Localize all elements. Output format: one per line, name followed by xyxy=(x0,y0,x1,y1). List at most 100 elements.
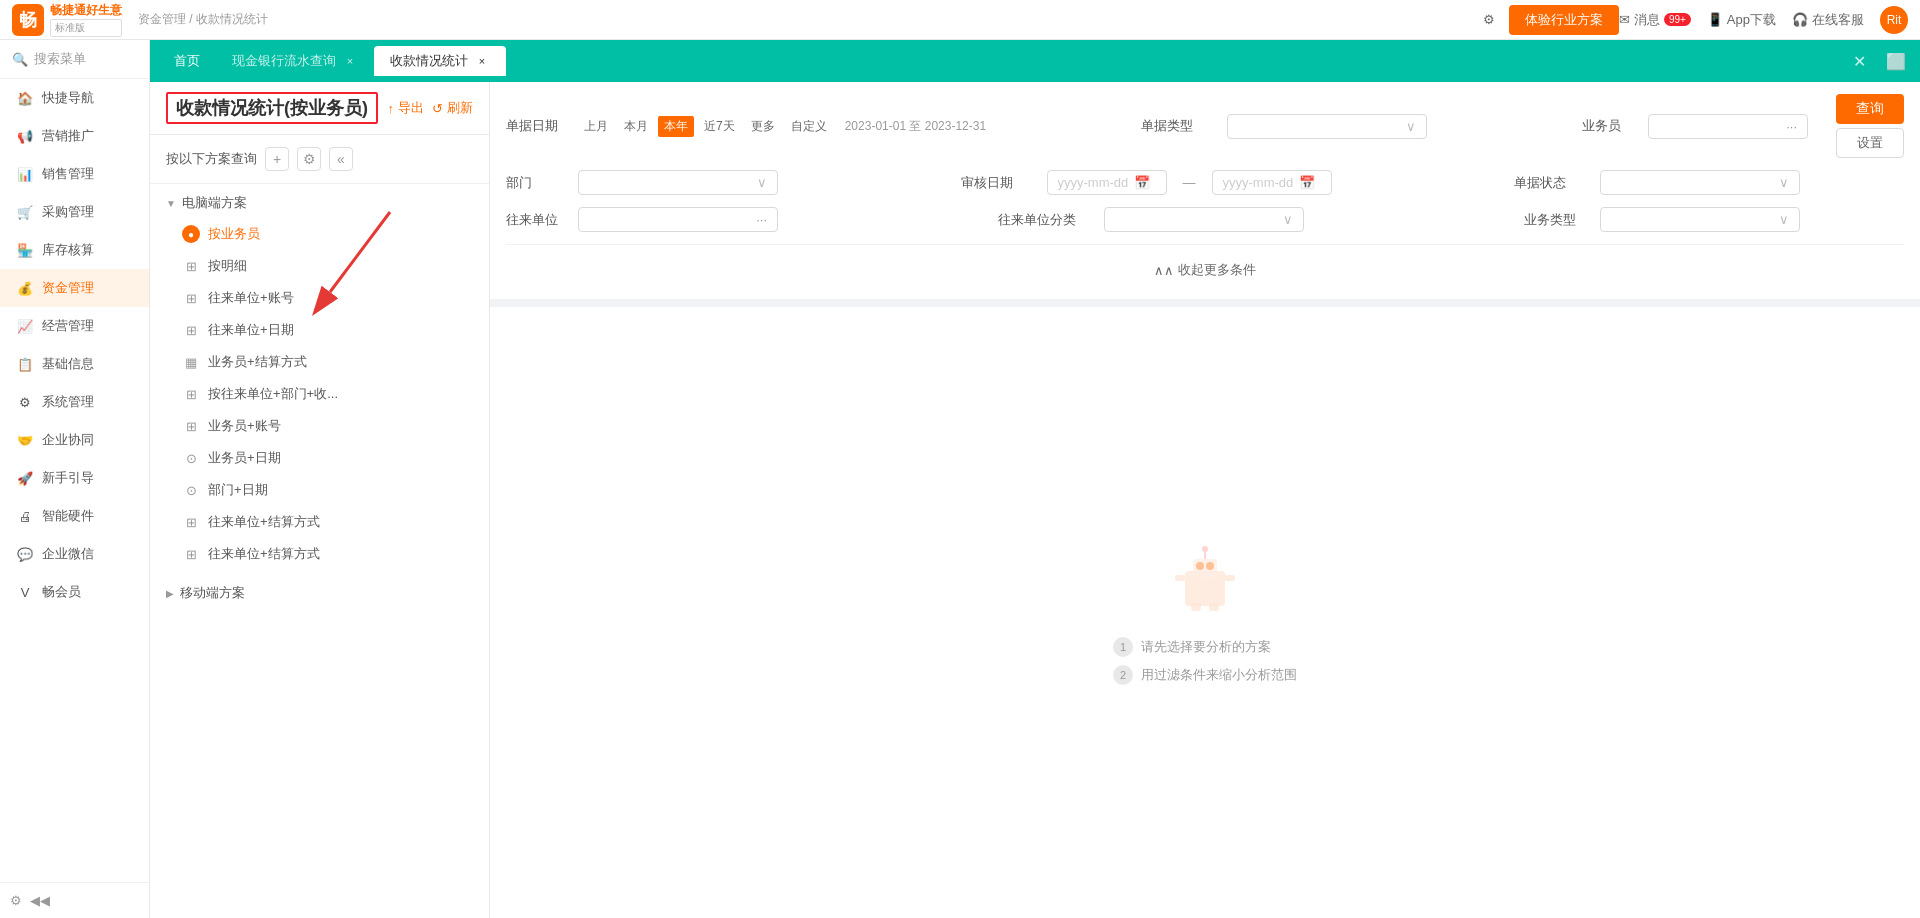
collapse-panel-button[interactable]: « xyxy=(329,147,353,171)
scheme-item-partner-dept[interactable]: ⊞ 按往来单位+部门+收... xyxy=(150,378,489,410)
tab-collection-stats[interactable]: 收款情况统计 × xyxy=(374,46,506,76)
sidebar-item-marketing[interactable]: 📢 营销推广 xyxy=(0,117,149,155)
sidebar-item-system[interactable]: ⚙ 系统管理 xyxy=(0,383,149,421)
calendar-icon[interactable]: 📅 xyxy=(1134,175,1150,190)
query-button[interactable]: 查询 xyxy=(1836,94,1904,124)
doc-status-select[interactable]: ∨ xyxy=(1600,170,1800,195)
sidebar-item-quicknav[interactable]: 🏠 快捷导航 xyxy=(0,79,149,117)
sidebar-item-wechat[interactable]: 💬 企业微信 xyxy=(0,535,149,573)
sidebar-bottom: ⚙ ◀◀ xyxy=(0,882,149,918)
dept-select[interactable]: ∨ xyxy=(578,170,778,195)
scheme-item-partner-settle2[interactable]: ⊞ 往来单位+结算方式 xyxy=(150,538,489,570)
scheme-item-salesperson-settle[interactable]: ▦ 业务员+结算方式 xyxy=(150,346,489,378)
scheme-settings-button[interactable]: ⚙ xyxy=(297,147,321,171)
user-avatar[interactable]: Rit xyxy=(1880,6,1908,34)
scheme-item-by-salesperson[interactable]: ● 按业务员 xyxy=(150,218,489,250)
sidebar-item-operations[interactable]: 📈 经营管理 xyxy=(0,307,149,345)
panel-label: 按以下方案查询 xyxy=(166,150,257,168)
doc-type-select[interactable]: ∨ xyxy=(1227,114,1427,139)
hint-text-1: 请先选择要分析的方案 xyxy=(1141,638,1271,656)
review-date-start-input[interactable]: yyyy-mm-dd 📅 xyxy=(1047,170,1167,195)
partner-category-label: 往来单位分类 xyxy=(998,211,1088,229)
scheme-label: 往来单位+账号 xyxy=(208,289,294,307)
sidebar-item-finance[interactable]: 💰 资金管理 xyxy=(0,269,149,307)
search-icon: 🔍 xyxy=(12,52,28,67)
trial-button[interactable]: 体验行业方案 xyxy=(1509,5,1619,35)
tab-bank-flow[interactable]: 现金银行流水查询 × xyxy=(216,46,374,76)
partner-more-btn[interactable]: ··· xyxy=(756,212,767,227)
add-scheme-button[interactable]: + xyxy=(265,147,289,171)
scheme-item-by-detail[interactable]: ⊞ 按明细 xyxy=(150,250,489,282)
date-btn-this-month[interactable]: 本月 xyxy=(618,116,654,137)
calendar-icon-end[interactable]: 📅 xyxy=(1299,175,1315,190)
sidebar-item-vip[interactable]: V 畅会员 xyxy=(0,573,149,611)
window-maximize-btn[interactable]: ⬜ xyxy=(1880,50,1912,73)
settings-button[interactable]: 设置 xyxy=(1836,128,1904,158)
sidebar-item-inventory[interactable]: 🏪 库存核算 xyxy=(0,231,149,269)
date-btn-last-month[interactable]: 上月 xyxy=(578,116,614,137)
date-btn-more[interactable]: 更多 xyxy=(745,116,781,137)
hint-item-2: 2 用过滤条件来缩小分析范围 xyxy=(1113,665,1297,685)
date-btn-this-year[interactable]: 本年 xyxy=(658,116,694,137)
sidebar-item-basic-info[interactable]: 📋 基础信息 xyxy=(0,345,149,383)
tab-collection-stats-close[interactable]: × xyxy=(474,53,490,69)
pc-scheme-group-header[interactable]: ▼ 电脑端方案 xyxy=(150,188,489,218)
chevron-down-icon: ∨ xyxy=(1779,212,1789,227)
scheme-item-salesperson-account[interactable]: ⊞ 业务员+账号 xyxy=(150,410,489,442)
partner-date-icon: ⊞ xyxy=(182,321,200,339)
refresh-button[interactable]: ↺ 刷新 xyxy=(432,99,473,117)
scheme-label: 按往来单位+部门+收... xyxy=(208,385,338,403)
empty-hints: 1 请先选择要分析的方案 2 用过滤条件来缩小分析范围 xyxy=(1113,637,1297,685)
svg-rect-11 xyxy=(1209,603,1219,611)
date-separator: — xyxy=(1183,175,1196,190)
sidebar-collapse-icon[interactable]: ◀◀ xyxy=(30,893,50,908)
collapse-more-conditions-button[interactable]: ∧∧ 收起更多条件 xyxy=(1146,253,1264,287)
scheme-item-partner-date[interactable]: ⊞ 往来单位+日期 xyxy=(150,314,489,346)
scheme-group-pc: ▼ 电脑端方案 ● 按业务员 ⊞ 按明细 ⊞ xyxy=(150,184,489,574)
sidebar-settings-icon[interactable]: ⚙ xyxy=(10,893,22,908)
scheme-item-partner-settle1[interactable]: ⊞ 往来单位+结算方式 xyxy=(150,506,489,538)
search-menu-item[interactable]: 🔍 搜索菜单 xyxy=(0,40,149,79)
date-options: 上月 本月 本年 近7天 更多 自定义 2023-01-01 至 2023-12… xyxy=(578,116,986,137)
business-type-select[interactable]: ∨ xyxy=(1600,207,1800,232)
window-close-btn[interactable]: ✕ xyxy=(1847,50,1872,73)
logo-icon: 畅 xyxy=(12,4,44,36)
scheme-label: 业务员+日期 xyxy=(208,449,281,467)
export-icon: ↑ xyxy=(388,101,395,116)
logo-area: 畅 畅捷通好生意 标准版 xyxy=(12,2,122,37)
tab-home[interactable]: 首页 xyxy=(158,46,216,76)
sidebar-item-hardware[interactable]: 🖨 智能硬件 xyxy=(0,497,149,535)
home-icon: 🏠 xyxy=(16,89,34,107)
partner-select[interactable]: ··· xyxy=(578,207,778,232)
chevron-down-icon: ∨ xyxy=(1406,119,1416,134)
date-btn-7days[interactable]: 近7天 xyxy=(698,116,741,137)
tab-bank-flow-close[interactable]: × xyxy=(342,53,358,69)
sidebar-item-purchase[interactable]: 🛒 采购管理 xyxy=(0,193,149,231)
sidebar-item-sales[interactable]: 📊 销售管理 xyxy=(0,155,149,193)
left-panel: 收款情况统计(按业务员) ↑ 导出 ↺ 刷新 xyxy=(150,82,490,918)
mobile-scheme-group-header[interactable]: ▶ 移动端方案 xyxy=(150,578,489,608)
filter-section: 单据日期 上月 本月 本年 近7天 更多 自定义 2023-01-01 至 20… xyxy=(490,82,1920,299)
app-download-button[interactable]: 📱 App下载 xyxy=(1707,11,1776,29)
robot-illustration xyxy=(1165,541,1245,621)
partner-category-select[interactable]: ∨ xyxy=(1104,207,1304,232)
messages-button[interactable]: ✉ 消息 99+ xyxy=(1619,11,1691,29)
review-date-end-input[interactable]: yyyy-mm-dd 📅 xyxy=(1212,170,1332,195)
scheme-item-salesperson-date[interactable]: ⊙ 业务员+日期 xyxy=(150,442,489,474)
sidebar-item-enterprise[interactable]: 🤝 企业协同 xyxy=(0,421,149,459)
page-title: 收款情况统计(按业务员) xyxy=(166,92,378,124)
date-btn-custom[interactable]: 自定义 xyxy=(785,116,833,137)
export-button[interactable]: ↑ 导出 xyxy=(388,99,425,117)
filter-row-3: 往来单位 ··· 往来单位分类 ∨ xyxy=(506,207,1904,232)
scheme-item-dept-date[interactable]: ⊙ 部门+日期 xyxy=(150,474,489,506)
topbar-settings-icon[interactable]: ⚙ xyxy=(1475,6,1503,34)
message-icon: ✉ xyxy=(1619,12,1630,27)
salesperson-account-icon: ⊞ xyxy=(182,417,200,435)
salesperson-select[interactable]: ··· xyxy=(1648,114,1808,139)
sidebar-item-guide[interactable]: 🚀 新手引导 xyxy=(0,459,149,497)
salesperson-date-icon: ⊙ xyxy=(182,449,200,467)
salesperson-more-btn[interactable]: ··· xyxy=(1786,119,1797,134)
operations-icon: 📈 xyxy=(16,317,34,335)
online-service-button[interactable]: 🎧 在线客服 xyxy=(1792,11,1864,29)
scheme-item-partner-account[interactable]: ⊞ 往来单位+账号 xyxy=(150,282,489,314)
